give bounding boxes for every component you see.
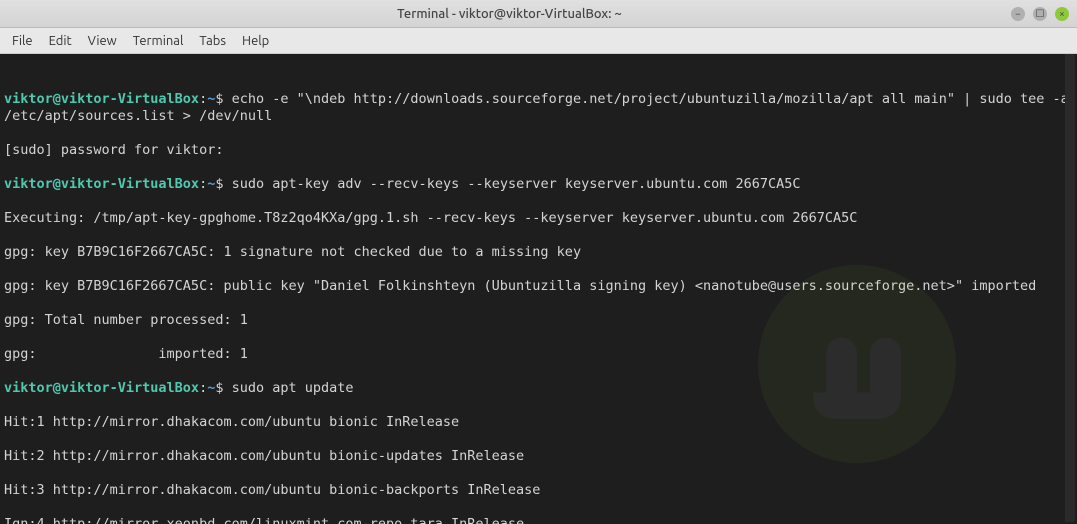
command-text: sudo apt-key adv --recv-keys --keyserver… [232, 176, 801, 192]
output-line: gpg: imported: 1 [4, 346, 1073, 363]
prompt-dollar: $ [215, 176, 231, 192]
output-line: gpg: key B7B9C16F2667CA5C: public key "D… [4, 278, 1073, 295]
menu-tabs[interactable]: Tabs [199, 34, 226, 48]
prompt-colon: : [199, 380, 207, 396]
minimize-icon[interactable]: − [1011, 7, 1025, 21]
prompt-colon: : [199, 91, 207, 107]
menu-edit[interactable]: Edit [49, 34, 72, 48]
output-line: Hit:1 http://mirror.dhakacom.com/ubuntu … [4, 414, 1073, 431]
output-line: gpg: key B7B9C16F2667CA5C: 1 signature n… [4, 244, 1073, 261]
close-icon[interactable]: × [1055, 7, 1069, 21]
terminal-window: Terminal - viktor@viktor-VirtualBox: ~ −… [0, 0, 1077, 524]
command-text: sudo apt update [232, 380, 354, 396]
menu-help[interactable]: Help [242, 34, 269, 48]
prompt-dollar: $ [215, 91, 231, 107]
prompt-dollar: $ [215, 380, 231, 396]
window-title: Terminal - viktor@viktor-VirtualBox: ~ [8, 7, 1011, 21]
prompt-colon: : [199, 176, 207, 192]
output-line: Ign:4 http://mirror.xeonbd.com/linuxmint… [4, 516, 1073, 524]
titlebar[interactable]: Terminal - viktor@viktor-VirtualBox: ~ −… [0, 0, 1077, 28]
prompt-user: viktor@viktor-VirtualBox [4, 380, 199, 396]
output-line: Hit:3 http://mirror.dhakacom.com/ubuntu … [4, 482, 1073, 499]
menu-view[interactable]: View [88, 34, 117, 48]
prompt-user: viktor@viktor-VirtualBox [4, 176, 199, 192]
output-line: Hit:2 http://mirror.dhakacom.com/ubuntu … [4, 448, 1073, 465]
terminal-content[interactable]: viktor@viktor-VirtualBox:~$ echo -e "\nd… [0, 54, 1077, 524]
menu-file[interactable]: File [12, 34, 33, 48]
scrollbar[interactable] [1065, 54, 1075, 522]
prompt-user: viktor@viktor-VirtualBox [4, 91, 199, 107]
window-controls: − ☐ × [1011, 7, 1069, 21]
output-line: gpg: Total number processed: 1 [4, 312, 1073, 329]
menubar: File Edit View Terminal Tabs Help [0, 28, 1077, 54]
output-line: [sudo] password for viktor: [4, 142, 1073, 159]
menu-terminal[interactable]: Terminal [133, 34, 184, 48]
maximize-icon[interactable]: ☐ [1033, 7, 1047, 21]
output-line: Executing: /tmp/apt-key-gpghome.T8z2qo4K… [4, 210, 1073, 227]
